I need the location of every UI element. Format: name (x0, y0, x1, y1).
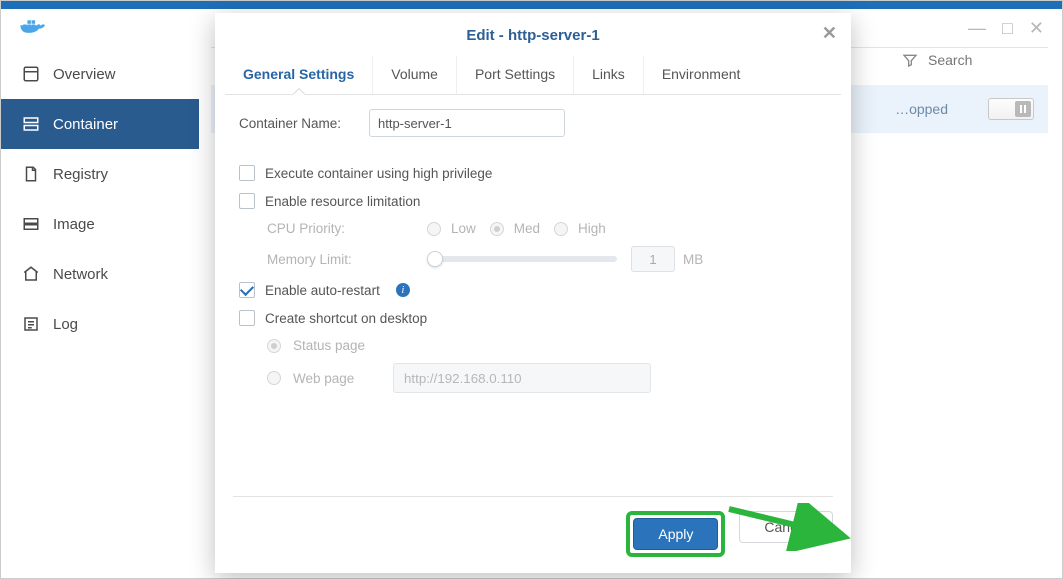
web-page-radio (267, 371, 281, 385)
memory-slider-handle (427, 251, 443, 267)
container-power-toggle[interactable] (988, 98, 1034, 120)
sidebar: Overview Container Registry Image Networ… (1, 49, 199, 578)
container-status: …opped (895, 101, 948, 117)
sidebar-item-log[interactable]: Log (1, 299, 199, 349)
search-input[interactable] (926, 51, 1046, 69)
info-icon[interactable]: i (396, 283, 410, 297)
edit-container-modal: Edit - http-server-1 ✕ General Settings … (215, 13, 851, 573)
registry-icon (21, 164, 41, 184)
status-page-radio (267, 339, 281, 353)
sidebar-item-image[interactable]: Image (1, 199, 199, 249)
sidebar-item-label: Log (53, 316, 78, 333)
tab-port-settings[interactable]: Port Settings (457, 56, 574, 94)
window-titlebar (1, 1, 1062, 9)
web-page-label: Web page (293, 371, 393, 386)
high-privilege-label: Execute container using high privilege (265, 166, 492, 181)
overview-icon (21, 64, 41, 84)
tab-environment[interactable]: Environment (644, 56, 759, 94)
general-settings-form: Container Name: Execute container using … (215, 95, 851, 417)
create-shortcut-label: Create shortcut on desktop (265, 311, 427, 326)
sidebar-item-network[interactable]: Network (1, 249, 199, 299)
modal-tabs: General Settings Volume Port Settings Li… (225, 56, 841, 95)
tab-links[interactable]: Links (574, 56, 644, 94)
sidebar-item-label: Image (53, 216, 95, 233)
web-page-input (393, 363, 651, 393)
cpu-low-label: Low (451, 221, 476, 236)
toggle-knob (1015, 101, 1031, 117)
filter-icon (902, 52, 918, 68)
sidebar-item-label: Overview (53, 66, 116, 83)
auto-restart-label: Enable auto-restart (265, 283, 380, 298)
network-icon (21, 264, 41, 284)
apply-button[interactable]: Apply (633, 518, 718, 550)
memory-limit-input (631, 246, 675, 272)
memory-limit-label: Memory Limit: (267, 252, 427, 267)
resource-limitation-checkbox[interactable] (239, 193, 255, 209)
window-controls: — □ ✕ (968, 19, 1044, 37)
memory-unit: MB (683, 252, 703, 267)
container-icon (21, 114, 41, 134)
status-page-label: Status page (293, 338, 365, 353)
container-name-label: Container Name: (239, 116, 369, 131)
cpu-low-radio (427, 222, 441, 236)
sidebar-item-registry[interactable]: Registry (1, 149, 199, 199)
create-shortcut-checkbox[interactable] (239, 310, 255, 326)
high-privilege-checkbox[interactable] (239, 165, 255, 181)
apply-highlight: Apply (626, 511, 725, 557)
sidebar-item-label: Registry (53, 166, 108, 183)
window-minimize-icon[interactable]: — (968, 19, 986, 37)
image-icon (21, 214, 41, 234)
auto-restart-checkbox[interactable] (239, 282, 255, 298)
cancel-button[interactable]: Cancel (739, 511, 833, 543)
sidebar-item-label: Network (53, 266, 108, 283)
cpu-priority-group: Low Med High (427, 221, 606, 236)
sidebar-item-container[interactable]: Container (1, 99, 199, 149)
window-close-icon[interactable]: ✕ (1029, 19, 1044, 37)
memory-slider (427, 256, 617, 262)
modal-title-text: Edit - http-server-1 (466, 27, 599, 44)
docker-whale-icon (19, 17, 47, 39)
cpu-high-label: High (578, 221, 606, 236)
sidebar-item-overview[interactable]: Overview (1, 49, 199, 99)
window-maximize-icon[interactable]: □ (1002, 19, 1013, 37)
cpu-med-radio (490, 222, 504, 236)
cpu-high-radio (554, 222, 568, 236)
log-icon (21, 314, 41, 334)
cpu-priority-label: CPU Priority: (267, 221, 427, 236)
sidebar-item-label: Container (53, 116, 118, 133)
close-icon[interactable]: ✕ (822, 23, 837, 44)
search-box[interactable] (902, 51, 1046, 69)
tab-volume[interactable]: Volume (373, 56, 457, 94)
cpu-med-label: Med (514, 221, 540, 236)
resource-limitation-label: Enable resource limitation (265, 194, 420, 209)
modal-footer: Apply Cancel (233, 496, 833, 557)
modal-title: Edit - http-server-1 ✕ (215, 13, 851, 52)
tab-general-settings[interactable]: General Settings (225, 56, 373, 94)
container-name-input[interactable] (369, 109, 565, 137)
